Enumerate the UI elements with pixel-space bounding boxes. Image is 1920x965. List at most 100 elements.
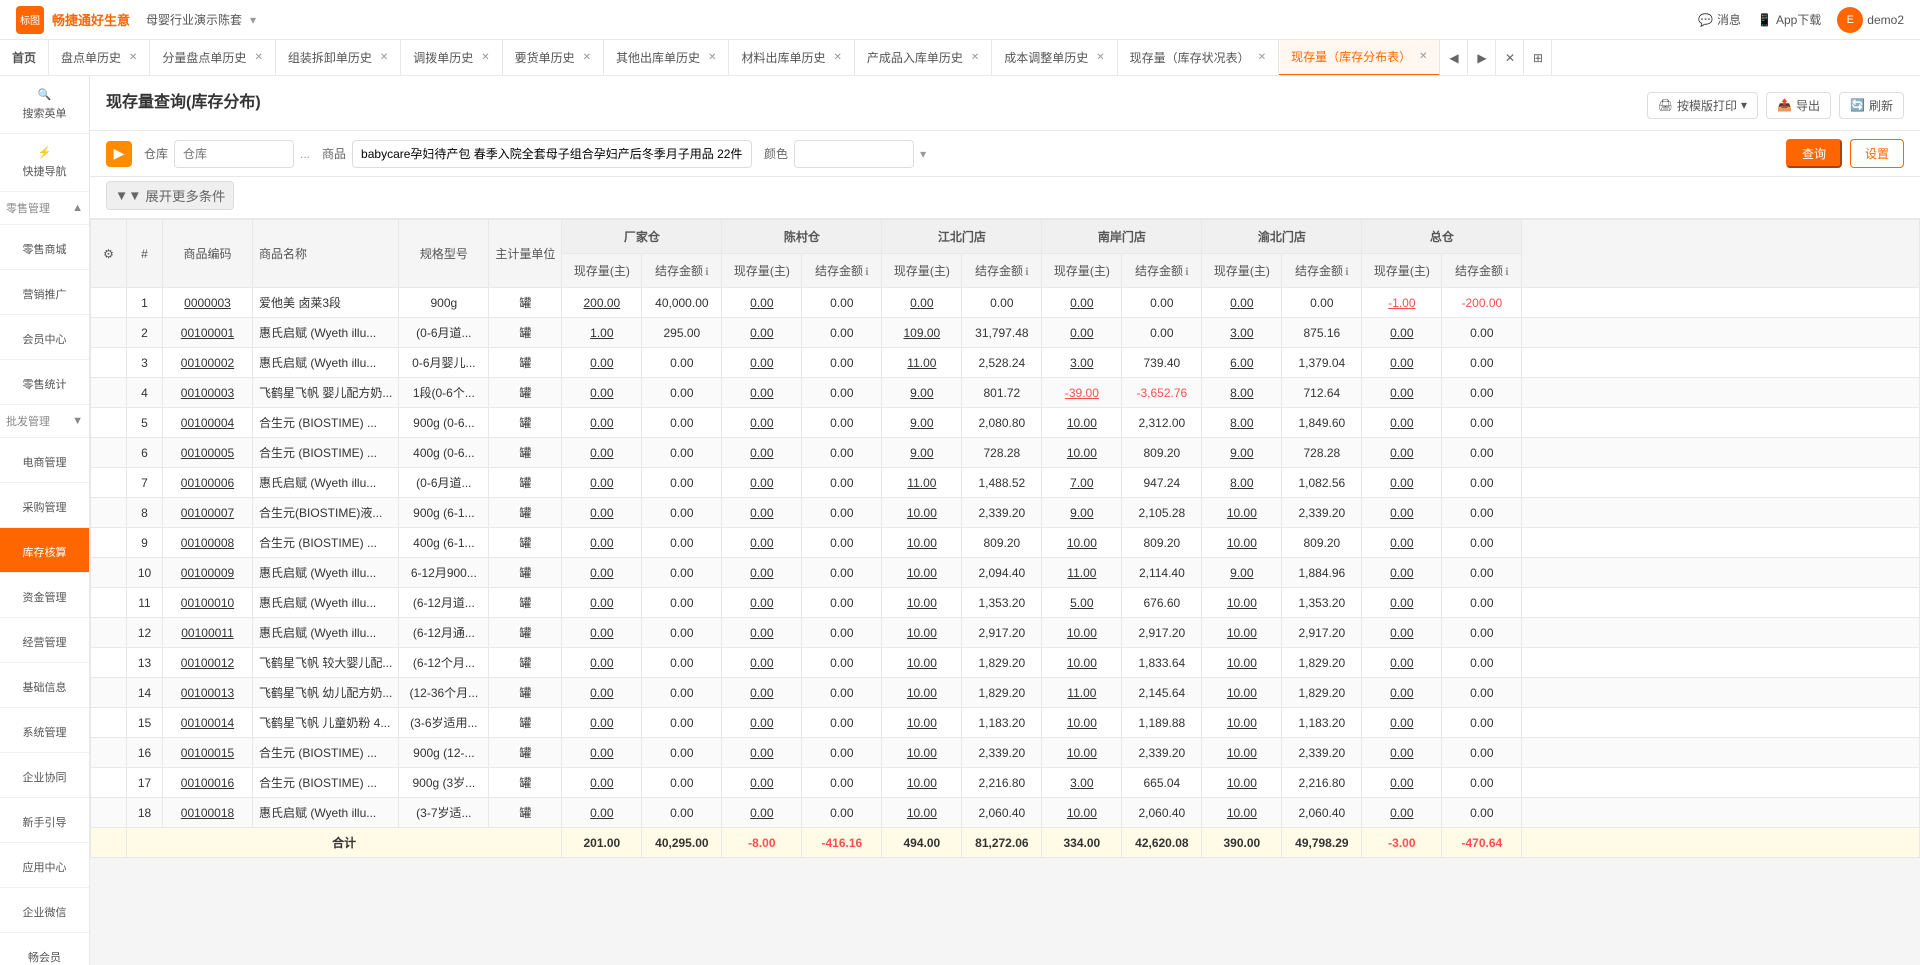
table-cell[interactable]: 0.00 (562, 558, 642, 588)
table-cell[interactable]: 10.00 (882, 708, 962, 738)
dropdown-icon[interactable]: ▾ (250, 13, 256, 27)
table-cell[interactable]: 11.00 (1042, 678, 1122, 708)
table-cell[interactable]: 3.00 (1042, 768, 1122, 798)
table-cell[interactable]: 00100005 (163, 438, 253, 468)
table-cell[interactable]: 8.00 (1202, 468, 1282, 498)
table-container[interactable]: ⚙ # 商品编码 商品名称 规格型号 主计量单位 厂家仓 陈村仓 江北门店 南岸… (90, 219, 1920, 965)
sidebar-item-system[interactable]: 系统管理 (0, 708, 89, 753)
table-cell[interactable]: 0.00 (882, 288, 962, 318)
table-cell[interactable]: 0.00 (562, 468, 642, 498)
table-cell[interactable]: 11.00 (882, 468, 962, 498)
table-cell[interactable]: 10.00 (1202, 678, 1282, 708)
table-cell[interactable]: 0.00 (562, 378, 642, 408)
table-cell[interactable]: 0.00 (722, 708, 802, 738)
table-cell[interactable]: 0.00 (562, 768, 642, 798)
table-cell[interactable]: 10.00 (1042, 438, 1122, 468)
table-cell[interactable]: 0.00 (722, 768, 802, 798)
table-cell[interactable]: 0.00 (1362, 738, 1442, 768)
tab-close-stock-status[interactable]: ✕ (1258, 52, 1266, 63)
table-cell[interactable]: 00100001 (163, 318, 253, 348)
sidebar-item-retail-mgmt[interactable]: 零售管理▲ (0, 192, 89, 225)
table-cell[interactable]: 0.00 (1362, 528, 1442, 558)
table-cell[interactable]: 9.00 (1202, 558, 1282, 588)
tab-close-cost-adjust[interactable]: ✕ (1096, 52, 1104, 63)
table-cell[interactable]: 0.00 (722, 498, 802, 528)
table-cell[interactable]: 00100007 (163, 498, 253, 528)
table-cell[interactable]: 0.00 (1362, 678, 1442, 708)
message-btn[interactable]: 💬 消息 (1698, 11, 1741, 28)
tab-close-purchase-order[interactable]: ✕ (583, 52, 591, 63)
table-cell[interactable]: 0.00 (722, 618, 802, 648)
table-cell[interactable]: 0.00 (722, 528, 802, 558)
warehouse-input[interactable] (174, 140, 294, 168)
goods-input[interactable] (352, 140, 752, 168)
sidebar-item-member[interactable]: 会员中心 (0, 315, 89, 360)
table-cell[interactable]: 00100002 (163, 348, 253, 378)
table-cell[interactable]: 10.00 (882, 738, 962, 768)
table-cell[interactable]: 0.00 (722, 288, 802, 318)
table-cell[interactable]: 0.00 (562, 588, 642, 618)
table-cell[interactable]: 0.00 (1362, 498, 1442, 528)
table-cell[interactable]: 0.00 (1362, 708, 1442, 738)
table-cell[interactable]: 6.00 (1202, 348, 1282, 378)
table-cell[interactable]: 0.00 (562, 618, 642, 648)
sidebar-item-retail-store[interactable]: 零售商城 (0, 225, 89, 270)
table-cell[interactable]: 0.00 (1362, 318, 1442, 348)
table-cell[interactable]: 10.00 (882, 588, 962, 618)
table-cell[interactable]: 8.00 (1202, 378, 1282, 408)
table-cell[interactable]: 0.00 (722, 648, 802, 678)
table-cell[interactable]: 9.00 (882, 378, 962, 408)
table-cell[interactable]: 00100004 (163, 408, 253, 438)
tab-next-btn[interactable]: ▶ (1468, 40, 1496, 76)
table-cell[interactable]: 0.00 (722, 348, 802, 378)
table-cell[interactable]: 9.00 (882, 408, 962, 438)
sidebar-item-enterprise-collab[interactable]: 企业协同 (0, 753, 89, 798)
table-cell[interactable]: 10.00 (882, 768, 962, 798)
sidebar-item-member2[interactable]: 畅会员 (0, 933, 89, 965)
table-cell[interactable]: 10.00 (1042, 648, 1122, 678)
table-cell[interactable]: 0.00 (562, 438, 642, 468)
table-cell[interactable]: -39.00 (1042, 378, 1122, 408)
tab-other-out[interactable]: 其他出库单历史 ✕ (604, 40, 729, 76)
table-cell[interactable]: 00100011 (163, 618, 253, 648)
table-cell[interactable]: 5.00 (1042, 588, 1122, 618)
table-cell[interactable]: 10.00 (1202, 528, 1282, 558)
refresh-btn[interactable]: 🔄 刷新 (1839, 92, 1904, 119)
table-cell[interactable]: 0.00 (1362, 798, 1442, 828)
query-btn[interactable]: 查询 (1786, 139, 1842, 168)
table-cell[interactable]: 00100006 (163, 468, 253, 498)
sidebar-item-search[interactable]: 🔍 搜索英单 (0, 76, 89, 134)
table-cell[interactable]: 0.00 (562, 708, 642, 738)
tab-prev-btn[interactable]: ◀ (1440, 40, 1468, 76)
tab-close-inventory-count[interactable]: ✕ (129, 52, 137, 63)
tab-material-out[interactable]: 材料出库单历史 ✕ (729, 40, 854, 76)
table-cell[interactable]: 0.00 (1042, 318, 1122, 348)
table-cell[interactable]: 0.00 (1042, 288, 1122, 318)
tab-finished-in[interactable]: 产成品入库单历史 ✕ (855, 40, 992, 76)
tab-purchase-order[interactable]: 要货单历史 ✕ (503, 40, 604, 76)
table-cell[interactable]: 10.00 (1042, 408, 1122, 438)
table-cell[interactable]: 00100008 (163, 528, 253, 558)
table-cell[interactable]: 0.00 (562, 498, 642, 528)
table-cell[interactable]: 0.00 (1362, 588, 1442, 618)
table-cell[interactable]: 0.00 (722, 468, 802, 498)
sidebar-item-operations[interactable]: 经营管理 (0, 618, 89, 663)
table-cell[interactable]: 10.00 (1202, 498, 1282, 528)
tab-stock-dist[interactable]: 现存量（库存分布表） ✕ (1279, 40, 1440, 76)
table-cell[interactable]: 109.00 (882, 318, 962, 348)
tab-inventory-count[interactable]: 盘点单历史 ✕ (49, 40, 150, 76)
table-cell[interactable]: 10.00 (882, 648, 962, 678)
tab-close-finished-in[interactable]: ✕ (971, 52, 979, 63)
table-cell[interactable]: 0.00 (1362, 618, 1442, 648)
table-cell[interactable]: 10.00 (1042, 618, 1122, 648)
table-cell[interactable]: 0.00 (562, 678, 642, 708)
table-cell[interactable]: 10.00 (1042, 738, 1122, 768)
table-cell[interactable]: 0.00 (1362, 438, 1442, 468)
table-cell[interactable]: 0.00 (562, 798, 642, 828)
sidebar-item-enterprise-wechat[interactable]: 企业微信 (0, 888, 89, 933)
table-cell[interactable]: 00100016 (163, 768, 253, 798)
table-cell[interactable]: 11.00 (882, 348, 962, 378)
table-cell[interactable]: 0.00 (562, 738, 642, 768)
table-cell[interactable]: 10.00 (1202, 708, 1282, 738)
table-cell[interactable]: 0000003 (163, 288, 253, 318)
